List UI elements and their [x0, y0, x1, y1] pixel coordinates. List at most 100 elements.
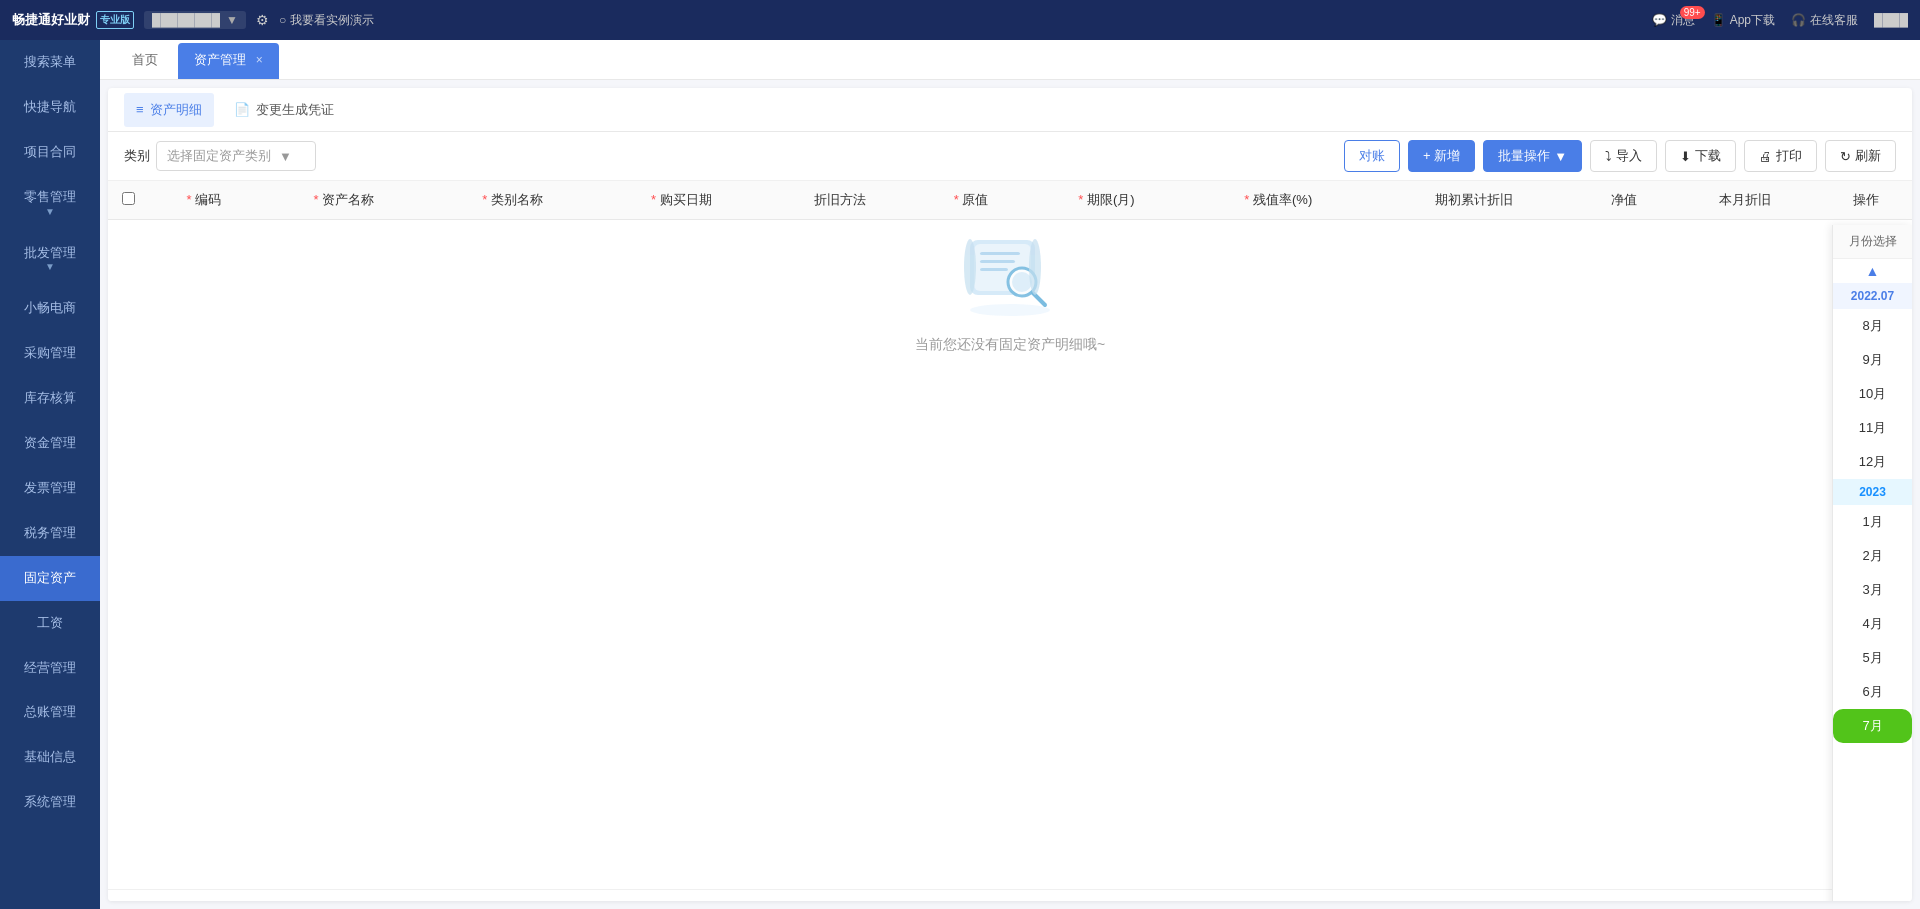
settings-icon[interactable]: ⚙	[256, 12, 269, 28]
sidebar-item-invoice[interactable]: 发票管理	[0, 466, 100, 511]
sidebar-item-quick-nav[interactable]: 快捷导航	[0, 85, 100, 130]
print-button[interactable]: 🖨 打印	[1744, 140, 1817, 172]
table-header-accumulated-depreciation: 期初累计折旧	[1371, 181, 1578, 220]
month-item-2023-5[interactable]: 5月	[1833, 641, 1912, 675]
table-area: 编码 资产名称 类别名称 购买日期	[108, 181, 1912, 901]
batch-button[interactable]: 批量操作 ▼	[1483, 140, 1582, 172]
message-button[interactable]: 💬 消息 99+	[1652, 12, 1695, 29]
demo-link[interactable]: 我要看实例演示	[279, 12, 374, 29]
refresh-label: 刷新	[1855, 147, 1881, 165]
svg-point-9	[964, 239, 976, 295]
tab-bar: 首页 资产管理 ×	[100, 40, 1920, 80]
sidebar-label-basic: 基础信息	[0, 749, 100, 766]
sidebar-item-retail[interactable]: 零售管理 ▼	[0, 175, 100, 231]
reconcile-button[interactable]: 对账	[1344, 140, 1400, 172]
sidebar-item-tax[interactable]: 税务管理	[0, 511, 100, 556]
toolbar-right: 对账 + 新增 批量操作 ▼ ⤵ 导入 ⬇ 下载	[1344, 140, 1896, 172]
page-content: ≡ 资产明细 📄 变更生成凭证 类别 选择固定资产类别 ▼	[108, 88, 1912, 901]
app-label: App下载	[1730, 12, 1775, 29]
user-name: ████	[1874, 13, 1908, 27]
month-item-2023-4[interactable]: 4月	[1833, 607, 1912, 641]
sidebar-item-salary[interactable]: 工资	[0, 601, 100, 646]
print-icon: 🖨	[1759, 149, 1772, 164]
app-icon: 📱	[1711, 13, 1726, 27]
sidebar-item-ecommerce[interactable]: 小畅电商	[0, 286, 100, 331]
table-header-code: 编码	[148, 181, 260, 220]
content-area: 首页 资产管理 × ≡ 资产明细 📄 变更生成凭证	[100, 40, 1920, 909]
sidebar-item-project[interactable]: 项目合同	[0, 130, 100, 175]
table-header-purchase-date: 购买日期	[597, 181, 766, 220]
month-item-2023-3[interactable]: 3月	[1833, 573, 1912, 607]
month-item-2022-12[interactable]: 12月	[1833, 445, 1912, 479]
import-button[interactable]: ⤵ 导入	[1590, 140, 1657, 172]
table-header-checkbox	[108, 181, 148, 220]
sidebar-label-wholesale: 批发管理	[0, 245, 100, 262]
sidebar-item-ledger[interactable]: 总账管理	[0, 690, 100, 735]
add-button[interactable]: + 新增	[1408, 140, 1475, 172]
sidebar-label-system: 系统管理	[0, 794, 100, 811]
sidebar-label-quick-nav: 快捷导航	[0, 99, 100, 116]
sub-tab-change-voucher-label: 变更生成凭证	[256, 101, 334, 119]
wholesale-arrow-icon: ▼	[0, 261, 100, 272]
sub-tab-asset-detail[interactable]: ≡ 资产明细	[124, 93, 214, 127]
bottom-scrollbar[interactable]	[108, 889, 1912, 901]
sidebar-item-wholesale[interactable]: 批发管理 ▼	[0, 231, 100, 287]
sidebar-label-project: 项目合同	[0, 144, 100, 161]
month-item-2022-9[interactable]: 9月	[1833, 343, 1912, 377]
svg-rect-4	[980, 260, 1015, 263]
app-download-button[interactable]: 📱 App下载	[1711, 12, 1775, 29]
sub-tabs: ≡ 资产明细 📄 变更生成凭证	[108, 88, 1912, 132]
sidebar-item-inventory[interactable]: 库存核算	[0, 376, 100, 421]
tab-home[interactable]: 首页	[116, 43, 174, 79]
sub-tab-change-voucher[interactable]: 📄 变更生成凭证	[222, 93, 346, 127]
table-header-name: 资产名称	[260, 181, 429, 220]
add-label: + 新增	[1423, 147, 1460, 165]
sidebar-item-funds[interactable]: 资金管理	[0, 421, 100, 466]
online-service-button[interactable]: 🎧 在线客服	[1791, 12, 1858, 29]
month-picker-up-button[interactable]: ▲	[1833, 259, 1912, 283]
month-item-2023-6[interactable]: 6月	[1833, 675, 1912, 709]
sidebar-item-basic[interactable]: 基础信息	[0, 735, 100, 780]
download-button[interactable]: ⬇ 下载	[1665, 140, 1736, 172]
refresh-button[interactable]: ↻ 刷新	[1825, 140, 1896, 172]
sidebar-label-ecommerce: 小畅电商	[0, 300, 100, 317]
select-all-checkbox[interactable]	[122, 192, 135, 205]
svg-point-10	[1029, 239, 1041, 295]
sidebar-label-retail: 零售管理	[0, 189, 100, 206]
reconcile-label: 对账	[1359, 147, 1385, 165]
toolbar-left: 类别 选择固定资产类别 ▼	[124, 141, 1336, 171]
sidebar-label-salary: 工资	[0, 615, 100, 632]
download-icon: ⬇	[1680, 149, 1691, 164]
svg-rect-3	[980, 252, 1020, 255]
sidebar-label-ledger: 总账管理	[0, 704, 100, 721]
table-wrap[interactable]: 编码 资产名称 类别名称 购买日期	[108, 181, 1912, 889]
tab-assets[interactable]: 资产管理 ×	[178, 43, 279, 79]
table-header-current-depreciation: 本月折旧	[1670, 181, 1820, 220]
sidebar-item-system[interactable]: 系统管理	[0, 780, 100, 825]
sidebar-label-purchase: 采购管理	[0, 345, 100, 362]
batch-arrow-icon: ▼	[1554, 149, 1567, 164]
company-selector[interactable]: ████████ ▼	[144, 11, 246, 29]
month-item-2022-8[interactable]: 8月	[1833, 309, 1912, 343]
sidebar-label-inventory: 库存核算	[0, 390, 100, 407]
month-item-2022-10[interactable]: 10月	[1833, 377, 1912, 411]
month-item-2023-2[interactable]: 2月	[1833, 539, 1912, 573]
sidebar-label-search: 搜索菜单	[0, 54, 100, 71]
document-icon: 📄	[234, 102, 250, 117]
topbar: 畅捷通好业财 专业版 ████████ ▼ ⚙ 我要看实例演示 💬 消息 99+…	[0, 0, 1920, 40]
sidebar-item-assets[interactable]: 固定资产	[0, 556, 100, 601]
category-select[interactable]: 选择固定资产类别 ▼	[156, 141, 316, 171]
download-label: 下载	[1695, 147, 1721, 165]
sidebar-item-operations[interactable]: 经营管理	[0, 646, 100, 691]
table-header-net-value: 净值	[1577, 181, 1669, 220]
table-header-actions: 操作	[1820, 181, 1913, 220]
service-label: 在线客服	[1810, 12, 1858, 29]
sidebar-item-purchase[interactable]: 采购管理	[0, 331, 100, 376]
month-item-2022-11[interactable]: 11月	[1833, 411, 1912, 445]
tab-assets-close[interactable]: ×	[256, 53, 263, 67]
month-item-2023-1[interactable]: 1月	[1833, 505, 1912, 539]
user-menu[interactable]: ████	[1874, 13, 1908, 27]
sidebar-item-search[interactable]: 搜索菜单	[0, 40, 100, 85]
month-item-2023-7[interactable]: 7月	[1833, 709, 1912, 743]
print-label: 打印	[1776, 147, 1802, 165]
